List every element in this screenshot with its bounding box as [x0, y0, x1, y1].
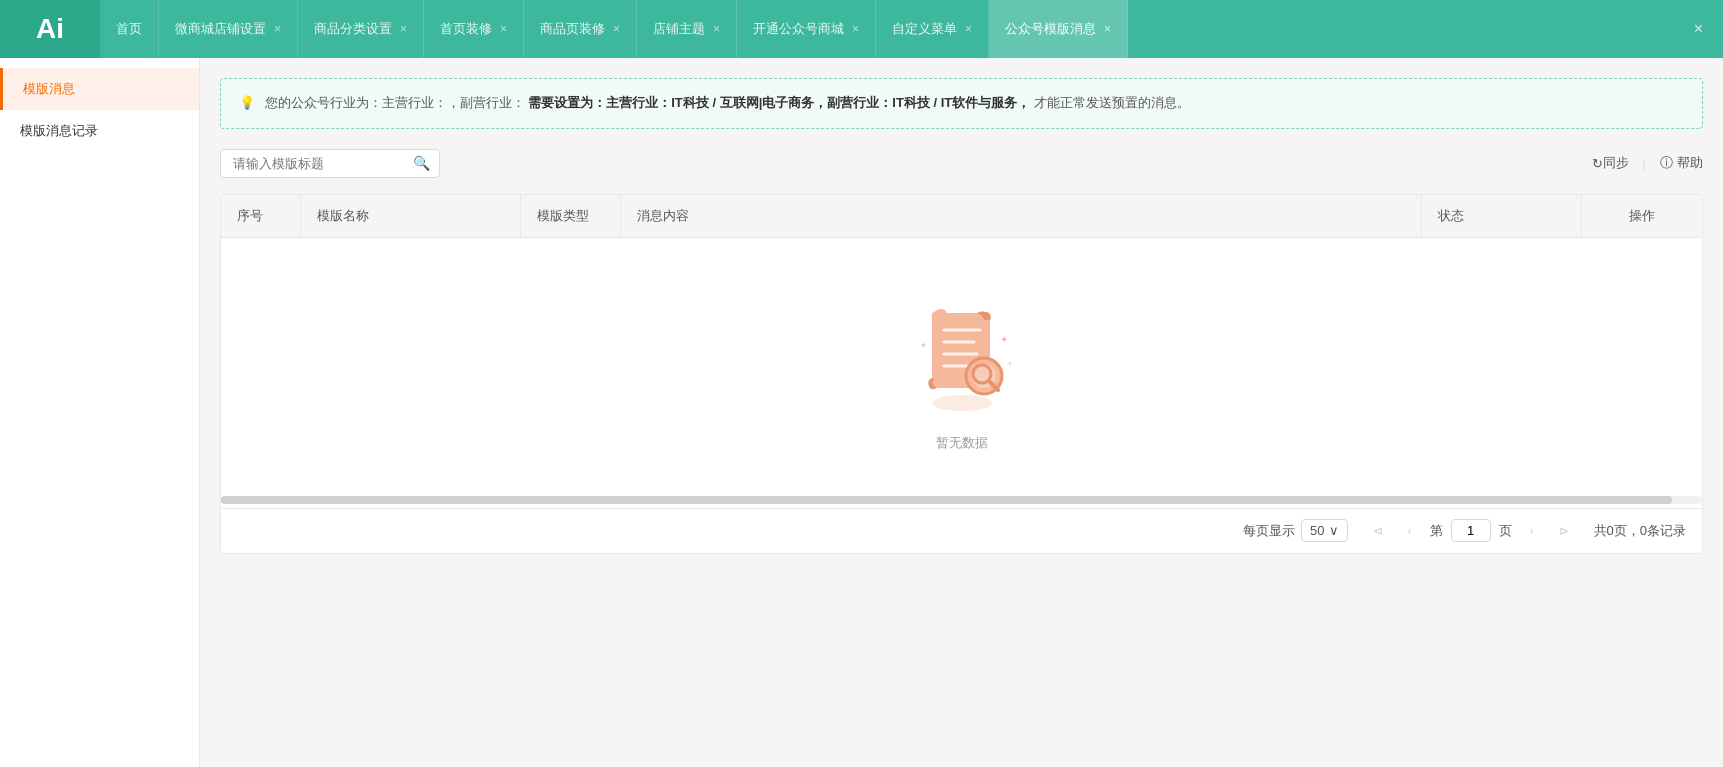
search-input[interactable] — [220, 149, 440, 178]
nav-tab-home[interactable]: 首页 — [100, 0, 159, 58]
notice-icon: 💡 — [239, 95, 255, 110]
nav-tab-product-decor[interactable]: 商品页装修× — [524, 0, 637, 58]
nav-tab-shop-theme[interactable]: 店铺主题× — [637, 0, 737, 58]
empty-state: ✦ ✦ ✦ 暂无数据 — [221, 238, 1702, 492]
search-left: 🔍 — [220, 149, 440, 178]
close-tab-template-msg[interactable]: × — [1104, 22, 1111, 36]
page-di-label: 第 — [1430, 522, 1443, 540]
svg-text:✦: ✦ — [1000, 334, 1008, 345]
pagination: 每页显示 50 ∨ ⊲ ‹ 第 页 › ⊳ 共0页，0条记录 — [221, 508, 1702, 553]
close-tab-category[interactable]: × — [400, 22, 407, 36]
notice-box: 💡 您的公众号行业为：主营行业：，副营行业： 需要设置为：主营行业：IT科技 /… — [220, 78, 1703, 129]
help-label: 帮助 — [1677, 154, 1703, 172]
nav-tab-category[interactable]: 商品分类设置× — [298, 0, 424, 58]
next-page-button[interactable]: › — [1520, 519, 1544, 543]
logo: Ai — [0, 0, 100, 58]
close-all-button[interactable]: × — [1674, 20, 1723, 38]
page-unit-label: 页 — [1499, 522, 1512, 540]
search-icon[interactable]: 🔍 — [413, 155, 430, 171]
th-type: 模版类型 — [521, 195, 621, 237]
search-bar: 🔍 ↻ 同步 | ⓘ 帮助 — [220, 149, 1703, 178]
divider: | — [1643, 156, 1646, 171]
sidebar: 模版消息模版消息记录 — [0, 58, 200, 767]
sync-label: 同步 — [1603, 154, 1629, 172]
nav-tabs: 首页微商城店铺设置×商品分类设置×首页装修×商品页装修×店铺主题×开通公众号商城… — [100, 0, 1674, 58]
horizontal-scrollbar[interactable] — [221, 496, 1702, 504]
close-tab-open-mall[interactable]: × — [852, 22, 859, 36]
svg-point-0 — [932, 395, 992, 411]
page-size-selector: 每页显示 50 ∨ — [1243, 519, 1347, 542]
nav-tab-open-mall[interactable]: 开通公众号商城× — [737, 0, 876, 58]
th-name: 模版名称 — [301, 195, 521, 237]
empty-text: 暂无数据 — [936, 434, 988, 452]
table-header: 序号 模版名称 模版类型 消息内容 状态 操作 — [221, 195, 1702, 238]
sync-icon: ↻ — [1592, 156, 1603, 171]
page-size-label: 每页显示 — [1243, 522, 1295, 540]
data-table: 序号 模版名称 模版类型 消息内容 状态 操作 — [220, 194, 1703, 554]
close-tab-custom-menu[interactable]: × — [965, 22, 972, 36]
nav-tab-custom-menu[interactable]: 自定义菜单× — [876, 0, 989, 58]
sidebar-item-template-message-record[interactable]: 模版消息记录 — [0, 110, 199, 152]
close-tab-homepage-decor[interactable]: × — [500, 22, 507, 36]
search-input-wrap: 🔍 — [220, 149, 440, 178]
total-info: 共0页，0条记录 — [1594, 522, 1686, 540]
sync-button[interactable]: ↻ 同步 — [1592, 154, 1629, 172]
svg-text:✦: ✦ — [920, 341, 927, 350]
th-seq: 序号 — [221, 195, 301, 237]
page-size-value: 50 — [1310, 523, 1324, 538]
notice-suffix: 才能正常发送预置的消息。 — [1034, 95, 1190, 110]
sidebar-item-template-message[interactable]: 模版消息 — [0, 68, 199, 110]
help-button[interactable]: ⓘ 帮助 — [1660, 154, 1703, 172]
scrollbar-thumb[interactable] — [221, 496, 1672, 504]
close-tab-micro-shop[interactable]: × — [274, 22, 281, 36]
nav-tab-template-msg[interactable]: 公众号模版消息× — [989, 0, 1128, 58]
notice-highlight: 需要设置为：主营行业：IT科技 / 互联网|电子商务，副营行业：IT科技 / I… — [528, 95, 1030, 110]
content-area: 💡 您的公众号行业为：主营行业：，副营行业： 需要设置为：主营行业：IT科技 /… — [200, 58, 1723, 767]
close-tab-shop-theme[interactable]: × — [713, 22, 720, 36]
first-page-button[interactable]: ⊲ — [1366, 519, 1390, 543]
th-content: 消息内容 — [621, 195, 1422, 237]
nav-tab-micro-shop[interactable]: 微商城店铺设置× — [159, 0, 298, 58]
chevron-down-icon: ∨ — [1329, 523, 1339, 538]
empty-icon: ✦ ✦ ✦ — [902, 298, 1022, 418]
th-action: 操作 — [1582, 195, 1702, 237]
last-page-button[interactable]: ⊳ — [1552, 519, 1576, 543]
th-status: 状态 — [1422, 195, 1582, 237]
top-nav: Ai 首页微商城店铺设置×商品分类设置×首页装修×商品页装修×店铺主题×开通公众… — [0, 0, 1723, 58]
current-page-input[interactable] — [1451, 519, 1491, 542]
main-layout: 模版消息模版消息记录 💡 您的公众号行业为：主营行业：，副营行业： 需要设置为：… — [0, 58, 1723, 767]
search-right: ↻ 同步 | ⓘ 帮助 — [1592, 154, 1703, 172]
prev-page-button[interactable]: ‹ — [1398, 519, 1422, 543]
page-size-select-box[interactable]: 50 ∨ — [1301, 519, 1347, 542]
svg-text:✦: ✦ — [1007, 360, 1013, 367]
notice-prefix: 您的公众号行业为：主营行业：，副营行业： — [265, 95, 525, 110]
nav-tab-homepage-decor[interactable]: 首页装修× — [424, 0, 524, 58]
close-tab-product-decor[interactable]: × — [613, 22, 620, 36]
help-icon: ⓘ — [1660, 154, 1673, 172]
